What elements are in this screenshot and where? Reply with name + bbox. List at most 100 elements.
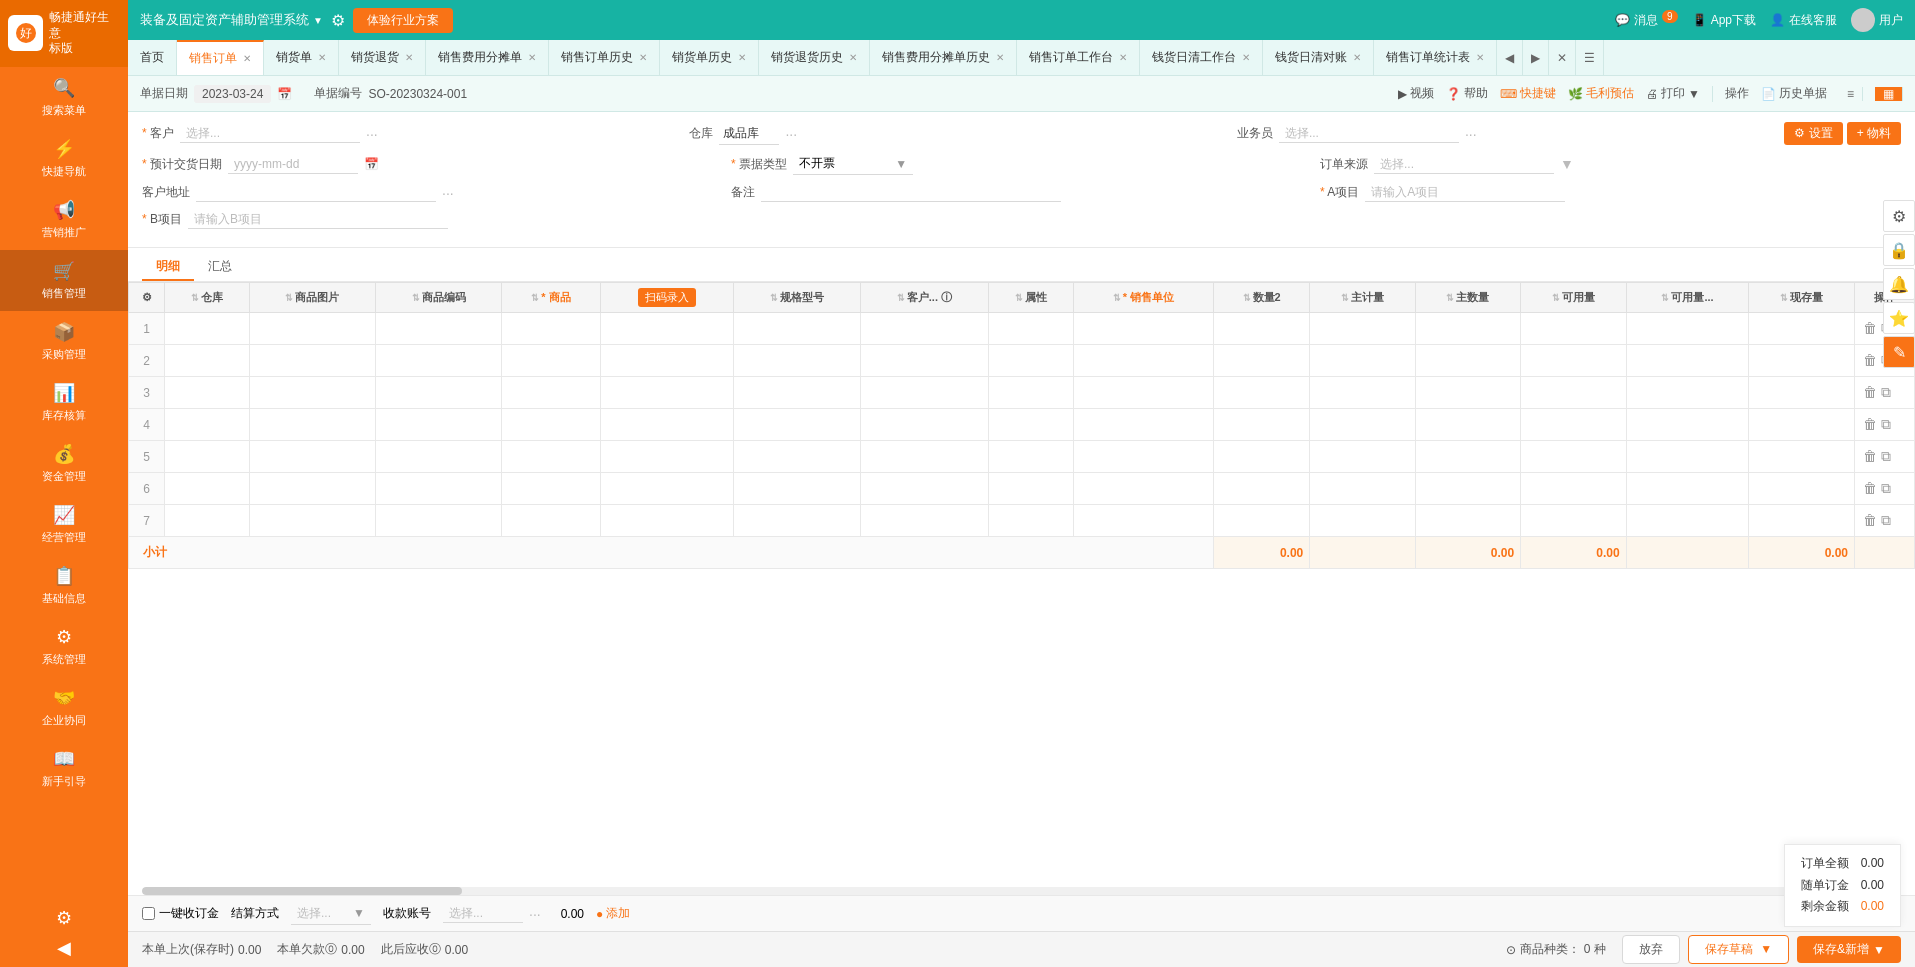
address-more-btn[interactable]: ··· — [442, 185, 454, 201]
tab-sales-invoice[interactable]: 销货单 ✕ — [264, 40, 339, 75]
tab-order-workbench[interactable]: 销售订单工作台 ✕ — [1017, 40, 1140, 75]
right-panel-btn-4[interactable]: ⭐ — [1883, 302, 1915, 334]
row-delete-btn[interactable]: 🗑 — [1861, 382, 1879, 402]
tab-nav-next[interactable]: ▶ — [1523, 40, 1549, 75]
app-download-item[interactable]: 📱 App下载 — [1692, 12, 1756, 29]
sidebar-item-quick-nav[interactable]: ⚡ 快捷导航 — [0, 128, 128, 189]
tab-nav-close[interactable]: ✕ — [1549, 40, 1576, 75]
save-new-dropdown[interactable]: ▼ — [1873, 943, 1885, 957]
row-copy-btn[interactable]: ⧉ — [1879, 382, 1893, 403]
order-source-dropdown[interactable]: ▼ — [1560, 156, 1574, 172]
row-copy-btn[interactable]: ⧉ — [1879, 446, 1893, 467]
sidebar-item-operation[interactable]: 📈 经营管理 — [0, 494, 128, 555]
b-project-input[interactable] — [188, 210, 448, 229]
tab-daily-clear-reconcile[interactable]: 钱货日清对账 ✕ — [1263, 40, 1374, 75]
profit-btn[interactable]: 🌿 毛利预估 — [1568, 85, 1634, 102]
tab-close-icon[interactable]: ✕ — [528, 52, 536, 63]
right-panel-btn-5[interactable]: ✎ — [1883, 336, 1915, 368]
calendar-icon-2[interactable]: 📅 — [364, 157, 379, 171]
sidebar-item-inventory[interactable]: 📊 库存核算 — [0, 372, 128, 433]
tab-sales-order-history[interactable]: 销售订单历史 ✕ — [549, 40, 660, 75]
row-delete-btn[interactable]: 🗑 — [1861, 478, 1879, 498]
tab-close-icon[interactable]: ✕ — [1353, 52, 1361, 63]
tab-close-icon[interactable]: ✕ — [405, 52, 413, 63]
one-click-checkbox[interactable] — [142, 907, 155, 920]
tab-home[interactable]: 首页 — [128, 40, 177, 75]
col-scan[interactable]: 扫码录入 — [600, 283, 734, 313]
row-delete-btn[interactable]: 🗑 — [1861, 446, 1879, 466]
customer-more-btn[interactable]: ··· — [366, 126, 378, 142]
system-settings-icon[interactable]: ⚙ — [331, 11, 345, 30]
address-input[interactable] — [196, 183, 436, 202]
staff-more-btn[interactable]: ··· — [1465, 126, 1477, 142]
col-settings[interactable]: ⚙ — [129, 283, 165, 313]
sidebar-item-search[interactable]: 🔍 搜索菜单 — [0, 67, 128, 128]
save-new-btn[interactable]: 保存&新增 ▼ — [1797, 936, 1901, 963]
invoice-type-select-wrap[interactable]: 不开票 ▼ — [793, 153, 913, 175]
settings-btn[interactable]: ⚙ 设置 — [1784, 122, 1842, 145]
row-copy-btn[interactable]: ⧉ — [1879, 478, 1893, 499]
tab-return-history[interactable]: 销货退货历史 ✕ — [759, 40, 870, 75]
online-service-item[interactable]: 👤 在线客服 — [1770, 12, 1837, 29]
right-panel-btn-2[interactable]: 🔒 — [1883, 234, 1915, 266]
tab-close-icon[interactable]: ✕ — [849, 52, 857, 63]
tab-nav-prev[interactable]: ◀ — [1497, 40, 1523, 75]
row-delete-btn[interactable]: 🗑 — [1861, 510, 1879, 530]
sidebar-item-marketing[interactable]: 📢 营销推广 — [0, 189, 128, 250]
system-title-dropdown[interactable]: 装备及固定资产辅助管理系统 ▼ — [140, 11, 323, 29]
sidebar-item-basic-info[interactable]: 📋 基础信息 — [0, 555, 128, 616]
scrollbar-thumb[interactable] — [142, 887, 462, 895]
history-btn[interactable]: 📄 历史单据 — [1761, 85, 1827, 102]
tab-close-icon[interactable]: ✕ — [639, 52, 647, 63]
delivery-date-input[interactable] — [228, 155, 358, 174]
sidebar-item-finance[interactable]: 💰 资金管理 — [0, 433, 128, 494]
view-toggle-grid[interactable]: ▦ — [1875, 87, 1903, 101]
row-delete-btn[interactable]: 🗑 — [1861, 414, 1879, 434]
horizontal-scrollbar[interactable] — [142, 887, 1901, 895]
add-btn[interactable]: ● 添加 — [596, 905, 630, 922]
tab-close-icon[interactable]: ✕ — [1476, 52, 1484, 63]
tab-invoice-history[interactable]: 销货单历史 ✕ — [660, 40, 759, 75]
row-copy-btn[interactable]: ⧉ — [1879, 414, 1893, 435]
tab-sales-stats[interactable]: 销售订单统计表 ✕ — [1374, 40, 1497, 75]
sidebar-settings-btn[interactable]: ⚙ — [56, 907, 72, 929]
calendar-icon[interactable]: 📅 — [277, 87, 292, 101]
tab-close-icon[interactable]: ✕ — [996, 52, 1004, 63]
payment-method-select[interactable]: 选择... ▼ — [291, 903, 371, 925]
discard-btn[interactable]: 放弃 — [1622, 935, 1680, 964]
tab-close-icon[interactable]: ✕ — [1119, 52, 1127, 63]
scan-btn[interactable]: 扫码录入 — [638, 288, 696, 307]
tab-summary[interactable]: 汇总 — [194, 254, 246, 281]
save-draft-dropdown[interactable]: ▼ — [1760, 942, 1772, 956]
add-material-btn[interactable]: + 物料 — [1847, 122, 1901, 145]
tab-nav-menu[interactable]: ☰ — [1576, 40, 1604, 75]
operation-btn[interactable]: 操作 — [1725, 85, 1749, 102]
shortcut-btn[interactable]: ⌨ 快捷键 — [1500, 85, 1556, 102]
notification-item[interactable]: 💬 消息 9 — [1615, 12, 1678, 29]
tab-detail[interactable]: 明细 — [142, 254, 194, 281]
view-toggle-list[interactable]: ≡ — [1839, 87, 1863, 101]
warehouse-more-btn[interactable]: ··· — [785, 126, 797, 142]
sidebar-item-sales[interactable]: 🛒 销售管理 — [0, 250, 128, 311]
row-copy-btn[interactable]: ⧉ — [1879, 510, 1893, 531]
tab-close-icon[interactable]: ✕ — [318, 52, 326, 63]
customer-input[interactable] — [180, 124, 360, 143]
tab-daily-clear-workbench[interactable]: 钱货日清工作台 ✕ — [1140, 40, 1263, 75]
note-input[interactable] — [761, 183, 1061, 202]
right-panel-btn-3[interactable]: 🔔 — [1883, 268, 1915, 300]
sidebar-collapse-btn[interactable]: ◀ — [57, 937, 71, 959]
row-delete-btn[interactable]: 🗑 — [1861, 350, 1879, 370]
account-more-btn[interactable]: ··· — [529, 906, 541, 922]
a-project-input[interactable] — [1365, 183, 1565, 202]
order-source-input[interactable] — [1374, 155, 1554, 174]
right-panel-btn-1[interactable]: ⚙ — [1883, 200, 1915, 232]
tab-expense-history[interactable]: 销售费用分摊单历史 ✕ — [870, 40, 1017, 75]
row-delete-btn[interactable]: 🗑 — [1861, 318, 1879, 338]
tab-close-icon[interactable]: ✕ — [738, 52, 746, 63]
sidebar-item-purchase[interactable]: 📦 采购管理 — [0, 311, 128, 372]
user-item[interactable]: 用户 — [1851, 8, 1903, 32]
industry-solution-btn[interactable]: 体验行业方案 — [353, 8, 453, 33]
tab-close-icon[interactable]: ✕ — [1242, 52, 1250, 63]
tab-close-icon[interactable]: ✕ — [243, 53, 251, 64]
tab-sales-expense[interactable]: 销售费用分摊单 ✕ — [426, 40, 549, 75]
